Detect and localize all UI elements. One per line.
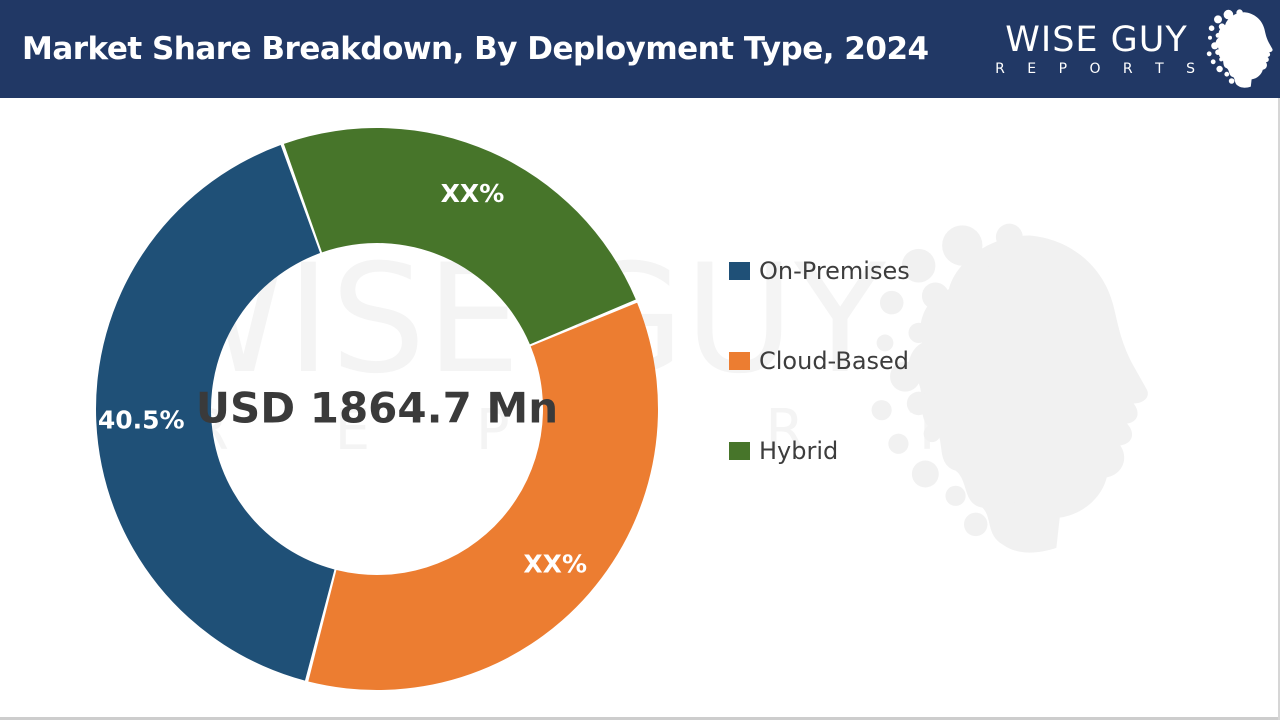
donut-chart: XX% XX% 40.5% [96, 128, 659, 690]
donut-segment-hybrid [283, 128, 636, 345]
legend-item-hybrid: Hybrid [729, 437, 910, 465]
legend-item-cloud-based: Cloud-Based [729, 347, 910, 375]
infographic-page: Market Share Breakdown, By Deployment Ty… [0, 0, 1280, 720]
wise-guy-reports-logo: WISE GUY R E P O R T S [989, 6, 1274, 92]
legend-swatch-on-premises [729, 262, 750, 280]
legend-label: Hybrid [759, 437, 839, 465]
logo-text: WISE GUY R E P O R T S [989, 21, 1204, 78]
legend-swatch-hybrid [729, 442, 750, 460]
legend-swatch-cloud-based [729, 352, 750, 370]
chart-legend: On-Premises Cloud-Based Hybrid [729, 257, 910, 527]
logo-head-icon [1206, 9, 1274, 89]
segment-value-label: 40.5% [98, 406, 185, 435]
donut-segment-cloud-based [308, 302, 659, 690]
logo-wordmark: WISE GUY [1005, 19, 1188, 60]
header-bar: Market Share Breakdown, By Deployment Ty… [0, 0, 1280, 98]
page-title: Market Share Breakdown, By Deployment Ty… [22, 31, 929, 67]
logo-subtitle: R E P O R T S [995, 60, 1204, 77]
chart-center-value: USD 1864.7 Mn [195, 383, 559, 433]
legend-label: Cloud-Based [759, 347, 910, 375]
legend-item-on-premises: On-Premises [729, 257, 910, 285]
segment-value-label: XX% [441, 179, 505, 208]
legend-label: On-Premises [759, 257, 910, 285]
segment-value-label: XX% [523, 550, 587, 579]
